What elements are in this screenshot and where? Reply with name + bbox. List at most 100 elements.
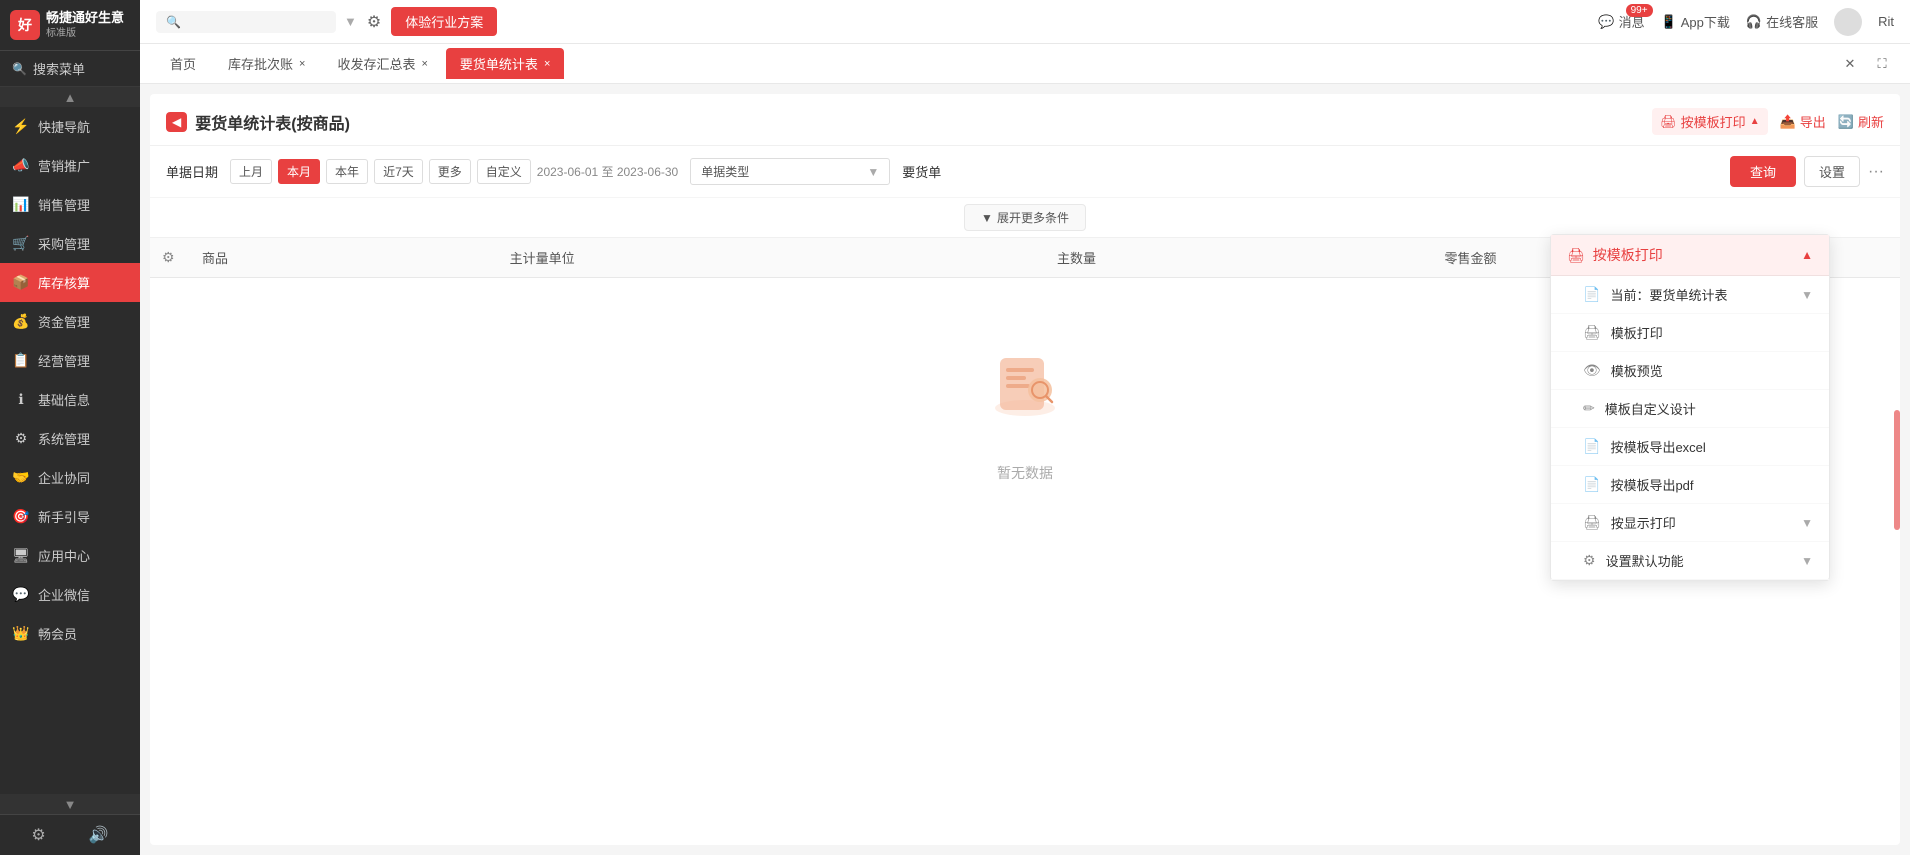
app-download-label: App下载 [1681, 12, 1730, 31]
default-fn-label: 设置默认功能 [1606, 551, 1684, 570]
topbar-dropdown-arrow[interactable]: ▼ [344, 14, 357, 29]
collapse-sidebar-btn[interactable]: ◀ [166, 112, 187, 132]
app-download-item[interactable]: 📱 App下载 [1661, 12, 1730, 31]
sidebar-scroll-down[interactable]: ▼ [0, 794, 140, 814]
trial-btn[interactable]: 体验行业方案 [391, 7, 497, 36]
template-design-icon: ✏ [1583, 400, 1595, 417]
date-btn-this-month[interactable]: 本月 [278, 159, 320, 184]
query-btn[interactable]: 查询 [1730, 156, 1796, 187]
sidebar-nav: ⚡ 快捷导航 📣 营销推广 📊 销售管理 🛒 采购管理 📦 库存核算 💰 资金管… [0, 107, 140, 794]
basic-info-icon: ℹ [12, 391, 30, 408]
default-fn-arrow: ▼ [1801, 554, 1813, 568]
sidebar-item-label: 库存核算 [38, 273, 128, 292]
sidebar-item-wechat[interactable]: 💬 企业微信 [0, 575, 140, 614]
dropdown-printer-icon: 🖨 [1567, 247, 1585, 264]
more-options-icon[interactable]: ··· [1868, 163, 1884, 181]
tab-order-stats-close[interactable]: × [544, 58, 550, 70]
online-service-item[interactable]: 🎧 在线客服 [1746, 12, 1818, 31]
sidebar-item-system[interactable]: ⚙ 系统管理 [0, 419, 140, 458]
sidebar-item-marketing[interactable]: 📣 营销推广 [0, 146, 140, 185]
sidebar-item-operations[interactable]: 📋 经营管理 [0, 341, 140, 380]
tab-order-stats[interactable]: 要货单统计表 × [446, 48, 564, 79]
dropdown-item-template-print[interactable]: 🖨 模板打印 [1551, 314, 1829, 352]
refresh-label: 刷新 [1858, 112, 1884, 131]
app-tag: 标准版 [46, 27, 124, 40]
sidebar-item-member[interactable]: 👑 畅会员 [0, 614, 140, 653]
dropdown-item-export-excel[interactable]: 📄 按模板导出excel [1551, 428, 1829, 466]
dropdown-close-chevron[interactable]: ▲ [1801, 248, 1813, 262]
topbar: 🔍 ▼ ⚙ 体验行业方案 💬 消息 99+ 📱 App下载 🎧 在线客服 Rit [140, 0, 1910, 44]
print-template-btn[interactable]: 🖨 按模板打印 ▲ [1652, 108, 1767, 135]
sidebar-item-finance[interactable]: 💰 资金管理 [0, 302, 140, 341]
inventory-icon: 📦 [12, 274, 30, 291]
app-name: 畅捷通好生意 [46, 10, 124, 27]
date-btn-7days[interactable]: 近7天 [374, 159, 423, 184]
refresh-btn[interactable]: 🔄 刷新 [1838, 112, 1884, 131]
date-btn-custom[interactable]: 自定义 [477, 159, 531, 184]
tab-close-all-btn[interactable]: ✕ [1838, 52, 1862, 76]
table-column-settings-icon[interactable]: ⚙ [162, 249, 175, 265]
tab-batch-accounts-label: 库存批次账 [228, 54, 293, 73]
system-icon: ⚙ [12, 430, 30, 447]
topbar-search[interactable]: 🔍 [156, 11, 336, 33]
sidebar-item-sales[interactable]: 📊 销售管理 [0, 185, 140, 224]
date-btn-more[interactable]: 更多 [429, 159, 471, 184]
expand-more-filters-btn[interactable]: ▼ 展开更多条件 [964, 204, 1086, 231]
dropdown-item-template-design[interactable]: ✏ 模板自定义设计 [1551, 390, 1829, 428]
export-btn[interactable]: 📤 导出 [1780, 112, 1826, 131]
sidebar-item-guide[interactable]: 🎯 新手引导 [0, 497, 140, 536]
table-th-goods: 商品 [190, 238, 498, 278]
footer-settings-icon[interactable]: ⚙ [31, 825, 45, 845]
sidebar-item-label: 基础信息 [38, 390, 128, 409]
dropdown-current-template[interactable]: 📄 当前：要货单统计表 ▼ [1551, 276, 1829, 314]
template-preview-label: 模板预览 [1611, 361, 1663, 380]
date-btn-this-year[interactable]: 本年 [326, 159, 368, 184]
dropdown-item-template-preview[interactable]: 👁 模板预览 [1551, 352, 1829, 390]
date-filter-label: 单据日期 [166, 162, 218, 181]
messages-badge: 99+ [1626, 4, 1653, 17]
tab-batch-accounts[interactable]: 库存批次账 × [214, 48, 319, 79]
print-template-dropdown: 🖨 按模板打印 ▲ 📄 当前：要货单统计表 ▼ 🖨 模板打印 👁 模板 [1550, 234, 1830, 581]
printer-icon: 🖨 [1660, 114, 1677, 130]
footer-speaker-icon[interactable]: 🔊 [89, 825, 109, 845]
dropdown-header[interactable]: 🖨 按模板打印 ▲ [1551, 235, 1829, 276]
sidebar-item-basic-info[interactable]: ℹ 基础信息 [0, 380, 140, 419]
app-center-icon: 🖥 [12, 547, 30, 564]
tab-maximize-btn[interactable]: ⛶ [1870, 52, 1894, 76]
sidebar-item-label: 企业微信 [38, 585, 128, 604]
settings-btn[interactable]: 设置 [1804, 156, 1860, 187]
dropdown-display-print[interactable]: 🖨 按显示打印 ▼ [1551, 504, 1829, 542]
order-type-select[interactable]: 单据类型 ▼ [690, 158, 890, 185]
right-scrollbar[interactable] [1894, 410, 1900, 530]
print-template-label: 按模板打印 [1681, 112, 1746, 131]
sidebar-search[interactable]: 🔍 搜索菜单 [0, 51, 140, 87]
messages-item[interactable]: 💬 消息 99+ [1598, 12, 1644, 31]
default-fn-icon: ⚙ [1583, 552, 1596, 569]
tab-collection-summary-close[interactable]: × [421, 58, 427, 70]
sidebar-logo: 好 畅捷通好生意 标准版 [0, 0, 140, 51]
col-unit-label: 主计量单位 [510, 251, 575, 266]
sidebar-item-quick-nav[interactable]: ⚡ 快捷导航 [0, 107, 140, 146]
tab-home[interactable]: 首页 [156, 48, 210, 79]
tab-batch-accounts-close[interactable]: × [299, 58, 305, 70]
wechat-icon: 💬 [12, 586, 30, 603]
expand-icon: ▼ [981, 211, 993, 225]
dropdown-default-fn[interactable]: ⚙ 设置默认功能 ▼ [1551, 542, 1829, 580]
date-btn-last-month[interactable]: 上月 [230, 159, 272, 184]
headset-icon: 🎧 [1746, 14, 1762, 30]
table-th-settings[interactable]: ⚙ [150, 238, 190, 278]
date-filter: 上月 本月 本年 近7天 更多 自定义 2023-06-01 至 2023-06… [230, 159, 678, 184]
page-content: ◀ 要货单统计表(按商品) 🖨 按模板打印 ▲ 📤 导出 🔄 刷新 [150, 94, 1900, 845]
sidebar-item-purchase[interactable]: 🛒 采购管理 [0, 224, 140, 263]
tab-collection-summary[interactable]: 收发存汇总表 × [323, 48, 441, 79]
member-icon: 👑 [12, 625, 30, 642]
order-type-arrow: ▼ [867, 165, 879, 179]
dropdown-item-export-pdf[interactable]: 📄 按模板导出pdf [1551, 466, 1829, 504]
sidebar-item-app-center[interactable]: 🖥 应用中心 [0, 536, 140, 575]
topbar-gear-icon[interactable]: ⚙ [367, 12, 381, 32]
sidebar-item-collab[interactable]: 🤝 企业协同 [0, 458, 140, 497]
user-avatar[interactable] [1834, 8, 1862, 36]
logo-icon: 好 [10, 10, 40, 40]
sidebar-item-inventory[interactable]: 📦 库存核算 [0, 263, 140, 302]
sidebar-scroll-up[interactable]: ▲ [0, 87, 140, 107]
